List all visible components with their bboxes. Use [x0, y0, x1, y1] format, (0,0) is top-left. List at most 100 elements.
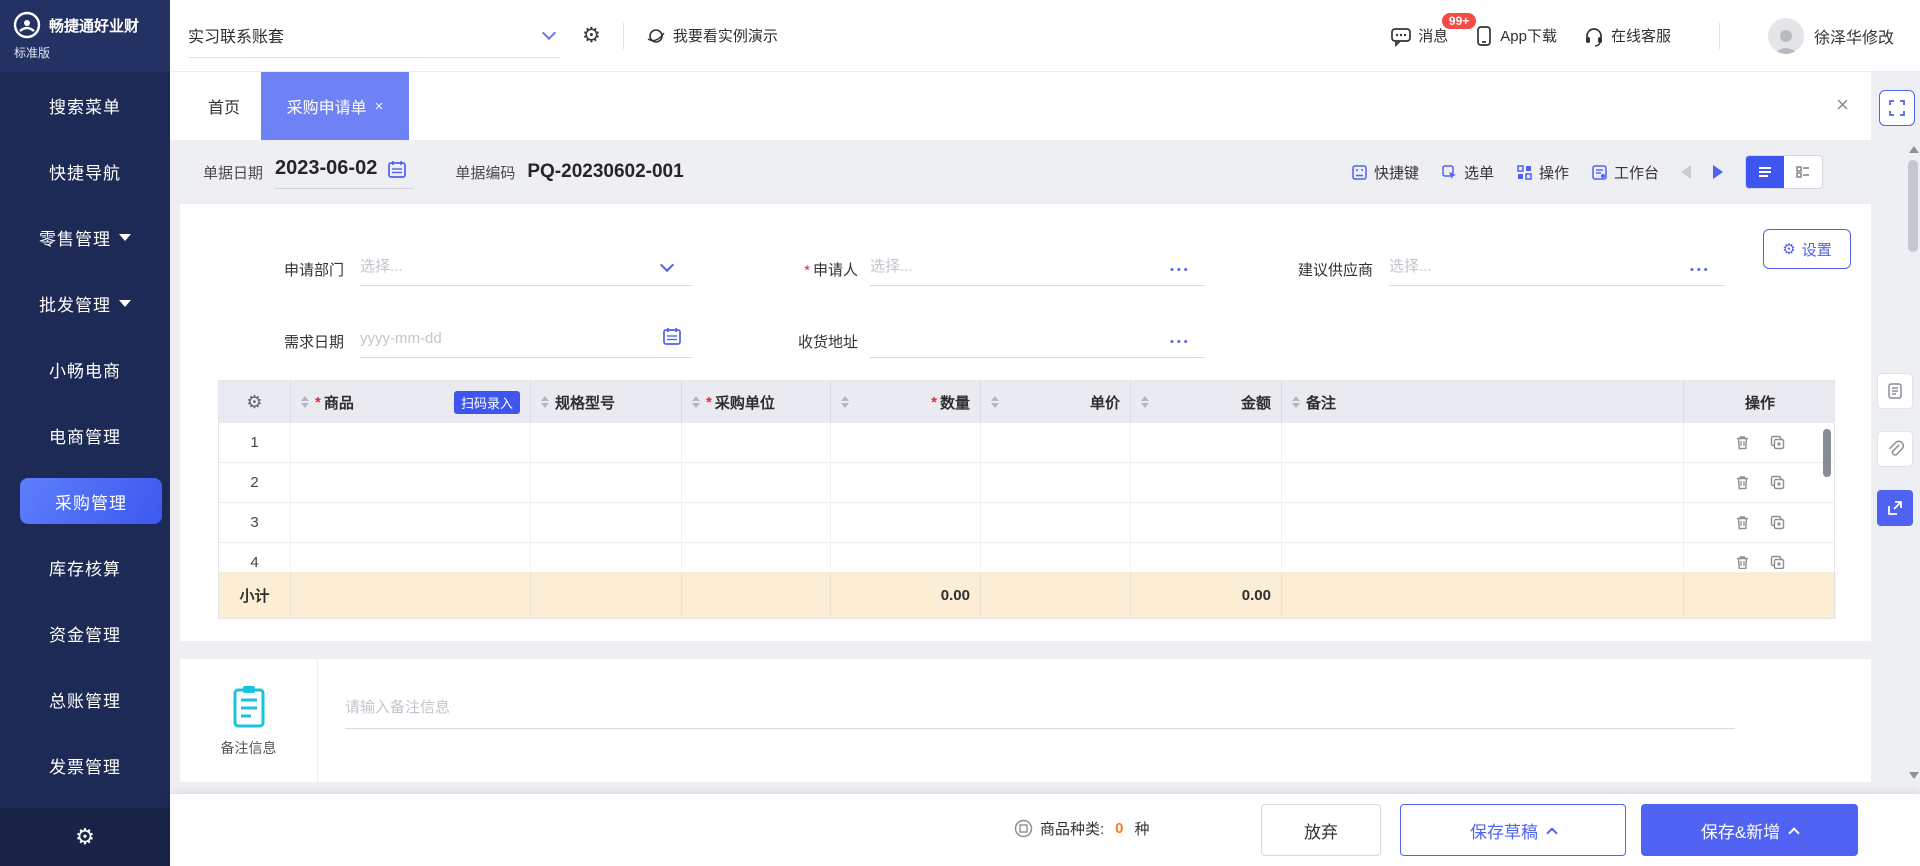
grid-cell[interactable]	[1131, 463, 1282, 502]
tab-home[interactable]: 首页	[180, 72, 268, 140]
doc-date-field[interactable]: 2023-06-02	[275, 155, 414, 189]
address-more-icon[interactable]: •••	[1170, 336, 1191, 348]
grid-cell[interactable]	[1282, 543, 1684, 569]
pick-order-button[interactable]: 选单	[1441, 162, 1494, 183]
table-settings-gear-icon[interactable]: ⚙	[246, 392, 262, 413]
card-view-button[interactable]	[1784, 156, 1822, 188]
grid-cell[interactable]	[1131, 503, 1282, 542]
save-and-new-button[interactable]: 保存&新增	[1641, 804, 1858, 856]
sidebar-item-小畅电商[interactable]: 小畅电商	[0, 336, 170, 402]
grid-cell[interactable]	[831, 423, 981, 462]
grid-cell[interactable]	[531, 543, 682, 569]
column-header-采购单位[interactable]: * 采购单位	[682, 381, 831, 423]
draft-note-button[interactable]	[1877, 373, 1913, 409]
grid-cell[interactable]	[531, 463, 682, 502]
discard-button[interactable]: 放弃	[1261, 804, 1381, 856]
grid-cell[interactable]	[291, 543, 531, 569]
prev-doc-arrow-icon[interactable]	[1681, 165, 1691, 179]
grid-cell[interactable]	[1282, 463, 1684, 502]
scroll-down-arrow[interactable]	[1909, 772, 1919, 779]
page-close-icon[interactable]: ×	[1836, 94, 1849, 116]
column-header-规格型号[interactable]: 规格型号	[531, 381, 682, 423]
expand-panel-button[interactable]	[1877, 490, 1913, 526]
sidebar-settings-gear-icon[interactable]: ⚙	[75, 824, 95, 850]
address-input[interactable]	[870, 320, 1205, 358]
delete-row-icon[interactable]	[1734, 474, 1751, 491]
scrollbar-thumb[interactable]	[1908, 160, 1918, 252]
grid-cell[interactable]	[682, 463, 831, 502]
header-gear-icon[interactable]: ⚙	[582, 23, 601, 48]
scroll-up-arrow[interactable]	[1909, 146, 1919, 153]
sort-arrows-icon[interactable]	[692, 396, 700, 408]
user-menu[interactable]: 徐泽华修改	[1767, 17, 1894, 54]
sidebar-item-采购管理[interactable]: 采购管理	[20, 478, 162, 524]
column-header-备注[interactable]: 备注	[1282, 381, 1684, 423]
grid-cell[interactable]	[981, 543, 1131, 569]
workbench-button[interactable]: 工作台	[1591, 162, 1659, 183]
grid-cell[interactable]	[981, 463, 1131, 502]
sort-arrows-icon[interactable]	[541, 396, 549, 408]
sort-arrows-icon[interactable]	[1292, 396, 1300, 408]
delete-row-icon[interactable]	[1734, 434, 1751, 451]
column-settings-cell[interactable]: ⚙	[219, 381, 291, 423]
operations-button[interactable]: 操作	[1516, 162, 1569, 183]
sidebar-item-库存核算[interactable]: 库存核算	[0, 534, 170, 600]
grid-cell[interactable]	[1282, 503, 1684, 542]
table-scrollbar-thumb[interactable]	[1823, 429, 1831, 477]
supplier-select-input[interactable]	[1389, 248, 1725, 286]
grid-cell[interactable]	[981, 423, 1131, 462]
grid-cell[interactable]	[682, 543, 831, 569]
grid-cell[interactable]	[831, 503, 981, 542]
grid-cell[interactable]	[1131, 423, 1282, 462]
grid-cell[interactable]	[291, 503, 531, 542]
sidebar-item-零售管理[interactable]: 零售管理	[0, 204, 170, 270]
sort-arrows-icon[interactable]	[1141, 396, 1149, 408]
app-download-button[interactable]: App下载	[1474, 25, 1557, 47]
column-header-金额[interactable]: 金额	[1131, 381, 1282, 423]
sidebar-item-总账管理[interactable]: 总账管理	[0, 666, 170, 732]
grid-cell[interactable]	[831, 543, 981, 569]
column-header-数量[interactable]: * 数量	[831, 381, 981, 423]
sidebar-item-批发管理[interactable]: 批发管理	[0, 270, 170, 336]
sort-arrows-icon[interactable]	[991, 396, 999, 408]
delete-row-icon[interactable]	[1734, 554, 1751, 569]
grid-cell[interactable]	[291, 463, 531, 502]
applicant-select-input[interactable]	[870, 248, 1205, 286]
need-date-input[interactable]	[360, 320, 692, 358]
sort-arrows-icon[interactable]	[301, 396, 309, 408]
sidebar-item-快捷导航[interactable]: 快捷导航	[0, 138, 170, 204]
sidebar-item-发票管理[interactable]: 发票管理	[0, 732, 170, 798]
copy-row-icon[interactable]	[1769, 514, 1786, 531]
messages-button[interactable]: 消息 99+	[1390, 10, 1479, 47]
sidebar-item-电商管理[interactable]: 电商管理	[0, 402, 170, 468]
copy-row-icon[interactable]	[1769, 434, 1786, 451]
dept-select-input[interactable]	[360, 248, 692, 286]
grid-cell[interactable]	[531, 423, 682, 462]
fullscreen-button[interactable]	[1879, 90, 1915, 126]
tab-purchase-request[interactable]: 采购申请单 ×	[261, 72, 409, 140]
copy-row-icon[interactable]	[1769, 474, 1786, 491]
grid-cell[interactable]	[291, 423, 531, 462]
column-header-商品[interactable]: * 商品 扫码录入	[291, 381, 531, 423]
column-header-单价[interactable]: 单价	[981, 381, 1131, 423]
sidebar-item-资金管理[interactable]: 资金管理	[0, 600, 170, 666]
list-view-button[interactable]	[1746, 156, 1784, 188]
grid-cell[interactable]	[981, 503, 1131, 542]
scan-entry-badge[interactable]: 扫码录入	[453, 390, 520, 414]
supplier-more-icon[interactable]: •••	[1690, 264, 1711, 276]
attachment-button[interactable]	[1877, 431, 1913, 467]
calendar-icon[interactable]	[662, 326, 682, 346]
applicant-more-icon[interactable]: •••	[1170, 264, 1191, 276]
grid-cell[interactable]	[682, 423, 831, 462]
demo-link[interactable]: 我要看实例演示	[646, 25, 778, 46]
grid-cell[interactable]	[1131, 543, 1282, 569]
save-draft-button[interactable]: 保存草稿	[1400, 804, 1626, 856]
copy-row-icon[interactable]	[1769, 554, 1786, 569]
settings-button[interactable]: ⚙ 设置	[1763, 229, 1851, 269]
shortcut-keys-button[interactable]: 快捷键	[1351, 162, 1419, 183]
account-set-select[interactable]: 实习联系账套	[188, 14, 560, 58]
next-doc-arrow-icon[interactable]	[1713, 165, 1723, 179]
delete-row-icon[interactable]	[1734, 514, 1751, 531]
grid-cell[interactable]	[831, 463, 981, 502]
column-header-操作[interactable]: 操作	[1684, 381, 1836, 423]
